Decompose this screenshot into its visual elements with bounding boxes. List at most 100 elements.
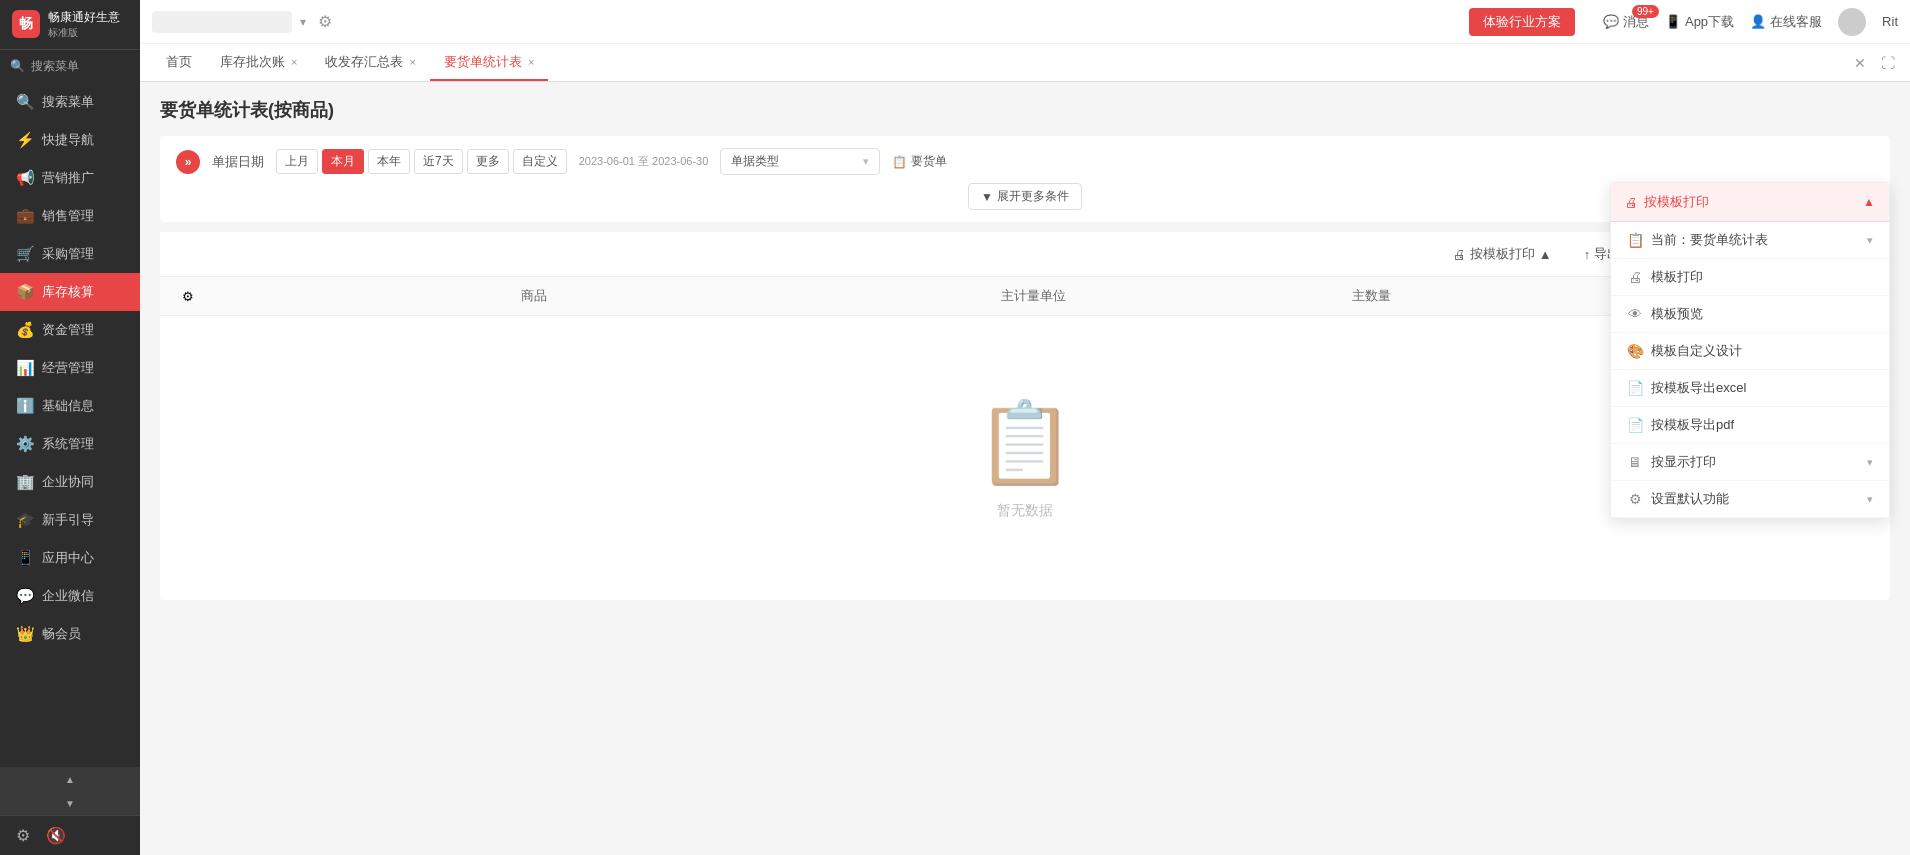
display-print-item[interactable]: 🖥 按显示打印 ▾ — [1611, 444, 1889, 481]
dropdown-item-template-print[interactable]: 🖨 模板打印 — [1611, 259, 1889, 296]
gear-icon[interactable]: ⚙ — [318, 12, 332, 31]
sidebar-item-quick-nav[interactable]: ⚡ 快捷导航 — [0, 121, 140, 159]
dropdown-close-icon[interactable]: ▲ — [1863, 195, 1875, 209]
app-download-btn[interactable]: 📱 App下载 — [1665, 13, 1734, 31]
sidebar-search-label: 搜索菜单 — [31, 58, 79, 75]
topbar: ▾ ⚙ 体验行业方案 💬 消息 99+ 📱 App下载 👤 在线客服 Rit — [140, 0, 1910, 44]
dropdown-item-template-preview[interactable]: 👁 模板预览 — [1611, 296, 1889, 333]
display-print-arrow: ▾ — [1867, 456, 1873, 469]
sidebar-item-label: 快捷导航 — [42, 131, 94, 149]
app-download-label: App下载 — [1685, 13, 1734, 31]
system-icon: ⚙️ — [16, 435, 34, 453]
sidebar-item-search[interactable]: 🔍 搜索菜单 — [0, 83, 140, 121]
sidebar-item-label: 搜索菜单 — [42, 93, 94, 111]
expand-more-label: 展开更多条件 — [997, 188, 1069, 205]
search-icon: 🔍 — [16, 93, 34, 111]
template-print-label: 模板打印 — [1651, 268, 1873, 286]
sidebar-item-inventory[interactable]: 📦 库存核算 — [0, 273, 140, 311]
marketing-icon: 📢 — [16, 169, 34, 187]
empty-icon: 📋 — [975, 396, 1075, 490]
search-input[interactable] — [152, 11, 292, 33]
display-icon: 🖥 — [1627, 454, 1643, 470]
newbie-icon: 🎓 — [16, 511, 34, 529]
yaohuodan-filter: 📋 要货单 — [892, 153, 947, 170]
table-settings-icon[interactable]: ⚙ — [172, 289, 204, 304]
user-name: Rit — [1882, 14, 1898, 29]
print-icon: 🖨 — [1453, 247, 1466, 262]
sidebar-item-label: 销售管理 — [42, 207, 94, 225]
sidebar-item-newbie[interactable]: 🎓 新手引导 — [0, 501, 140, 539]
user-avatar[interactable] — [1838, 8, 1866, 36]
sidebar-item-label: 库存核算 — [42, 283, 94, 301]
sidebar-item-basic-info[interactable]: ℹ️ 基础信息 — [0, 387, 140, 425]
dropdown-header[interactable]: 🖨 按模板打印 ▲ — [1611, 183, 1889, 222]
tab-order-stats[interactable]: 要货单统计表 × — [430, 45, 548, 81]
sidebar-item-enterprise-wechat[interactable]: 💬 企业微信 — [0, 577, 140, 615]
date-btn-近7天[interactable]: 近7天 — [414, 149, 463, 174]
date-btn-更多[interactable]: 更多 — [467, 149, 509, 174]
sidebar-item-system[interactable]: ⚙️ 系统管理 — [0, 425, 140, 463]
empty-text: 暂无数据 — [997, 502, 1053, 520]
display-print-label: 按显示打印 — [1651, 453, 1716, 471]
tab-close-batch-ledger[interactable]: × — [291, 56, 297, 68]
sidebar-item-enterprise[interactable]: 🏢 企业协同 — [0, 463, 140, 501]
dropdown-item-template-export-pdf[interactable]: 📄 按模板导出pdf — [1611, 407, 1889, 444]
dropdown-items: 🖨 模板打印 👁 模板预览 🎨 模板自定义设计 📄 按模板导出excel 📄 按… — [1611, 259, 1889, 444]
sidebar-item-operations[interactable]: 📊 经营管理 — [0, 349, 140, 387]
inventory-icon: 📦 — [16, 283, 34, 301]
expand-more-btn[interactable]: ▼ 展开更多条件 — [968, 183, 1082, 210]
dropdown-item-template-design[interactable]: 🎨 模板自定义设计 — [1611, 333, 1889, 370]
operations-icon: 📊 — [16, 359, 34, 377]
sidebar-item-purchase[interactable]: 🛒 采购管理 — [0, 235, 140, 273]
template-export-pdf-icon: 📄 — [1627, 417, 1643, 433]
date-btn-本年[interactable]: 本年 — [368, 149, 410, 174]
set-default-item[interactable]: ⚙ 设置默认功能 ▾ — [1611, 481, 1889, 518]
date-btn-上月[interactable]: 上月 — [276, 149, 318, 174]
tab-close-receipt-summary[interactable]: × — [409, 56, 415, 68]
chevron-down-icon[interactable]: ▾ — [300, 15, 306, 29]
sidebar-item-label: 畅会员 — [42, 625, 81, 643]
messages-btn[interactable]: 💬 消息 99+ — [1603, 13, 1649, 31]
tab-receipt-summary[interactable]: 收发存汇总表× — [311, 45, 429, 81]
set-default-label: 设置默认功能 — [1651, 490, 1729, 508]
mute-icon[interactable]: 🔇 — [46, 826, 66, 845]
date-btn-自定义[interactable]: 自定义 — [513, 149, 567, 174]
online-service-btn[interactable]: 👤 在线客服 — [1750, 13, 1822, 31]
export-icon: ↑ — [1584, 247, 1591, 262]
close-window-btn[interactable]: ✕ — [1850, 53, 1870, 73]
settings-icon[interactable]: ⚙ — [16, 826, 30, 845]
sidebar-item-sales[interactable]: 💼 销售管理 — [0, 197, 140, 235]
sidebar-item-label: 新手引导 — [42, 511, 94, 529]
trial-button[interactable]: 体验行业方案 — [1469, 8, 1575, 36]
date-btn-本月[interactable]: 本月 — [322, 149, 364, 174]
sidebar-item-label: 企业微信 — [42, 587, 94, 605]
type-select[interactable]: 单据类型 ▾ — [720, 148, 880, 175]
sidebar-scroll-up[interactable]: ▲ — [0, 767, 140, 791]
download-icon: 📱 — [1665, 14, 1681, 29]
sidebar-scroll-down[interactable]: ▼ — [0, 791, 140, 815]
print-dropdown-menu: 🖨 按模板打印 ▲ 📋 当前：要货单统计表 ▾ 🖨 模板打印 👁 模板预览 🎨 … — [1610, 182, 1890, 519]
sidebar-item-member[interactable]: 👑 畅会员 — [0, 615, 140, 653]
yaohuodan-label: 要货单 — [911, 153, 947, 170]
sidebar-search-item[interactable]: 🔍 搜索菜单 — [0, 50, 140, 83]
dropdown-current-item[interactable]: 📋 当前：要货单统计表 ▾ — [1611, 222, 1889, 259]
dropdown-item-template-export-excel[interactable]: 📄 按模板导出excel — [1611, 370, 1889, 407]
maximize-window-btn[interactable]: ⛶ — [1878, 53, 1898, 73]
date-range: 2023-06-01 至 2023-06-30 — [579, 154, 709, 169]
sidebar-item-app-center[interactable]: 📱 应用中心 — [0, 539, 140, 577]
tab-close-order-stats[interactable]: × — [528, 56, 534, 68]
sidebar-item-label: 系统管理 — [42, 435, 94, 453]
tab-home[interactable]: 首页 — [152, 45, 206, 81]
tab-label: 首页 — [166, 53, 192, 71]
sidebar-item-label: 营销推广 — [42, 169, 94, 187]
print-btn[interactable]: 🖨 按模板打印 ▲ — [1441, 240, 1564, 268]
dropdown-title: 按模板打印 — [1644, 193, 1709, 211]
tab-label: 要货单统计表 — [444, 53, 522, 71]
sidebar-item-label: 企业协同 — [42, 473, 94, 491]
sidebar-item-finance[interactable]: 💰 资金管理 — [0, 311, 140, 349]
tab-batch-ledger[interactable]: 库存批次账× — [206, 45, 311, 81]
filter-expand-btn[interactable]: » — [176, 150, 200, 174]
sidebar-item-marketing[interactable]: 📢 营销推广 — [0, 159, 140, 197]
sidebar: 畅 畅康通好生意 标准版 🔍 搜索菜单 🔍 搜索菜单 ⚡ 快捷导航 📢 营销推广… — [0, 0, 140, 855]
col-unit: 主计量单位 — [864, 287, 1202, 305]
